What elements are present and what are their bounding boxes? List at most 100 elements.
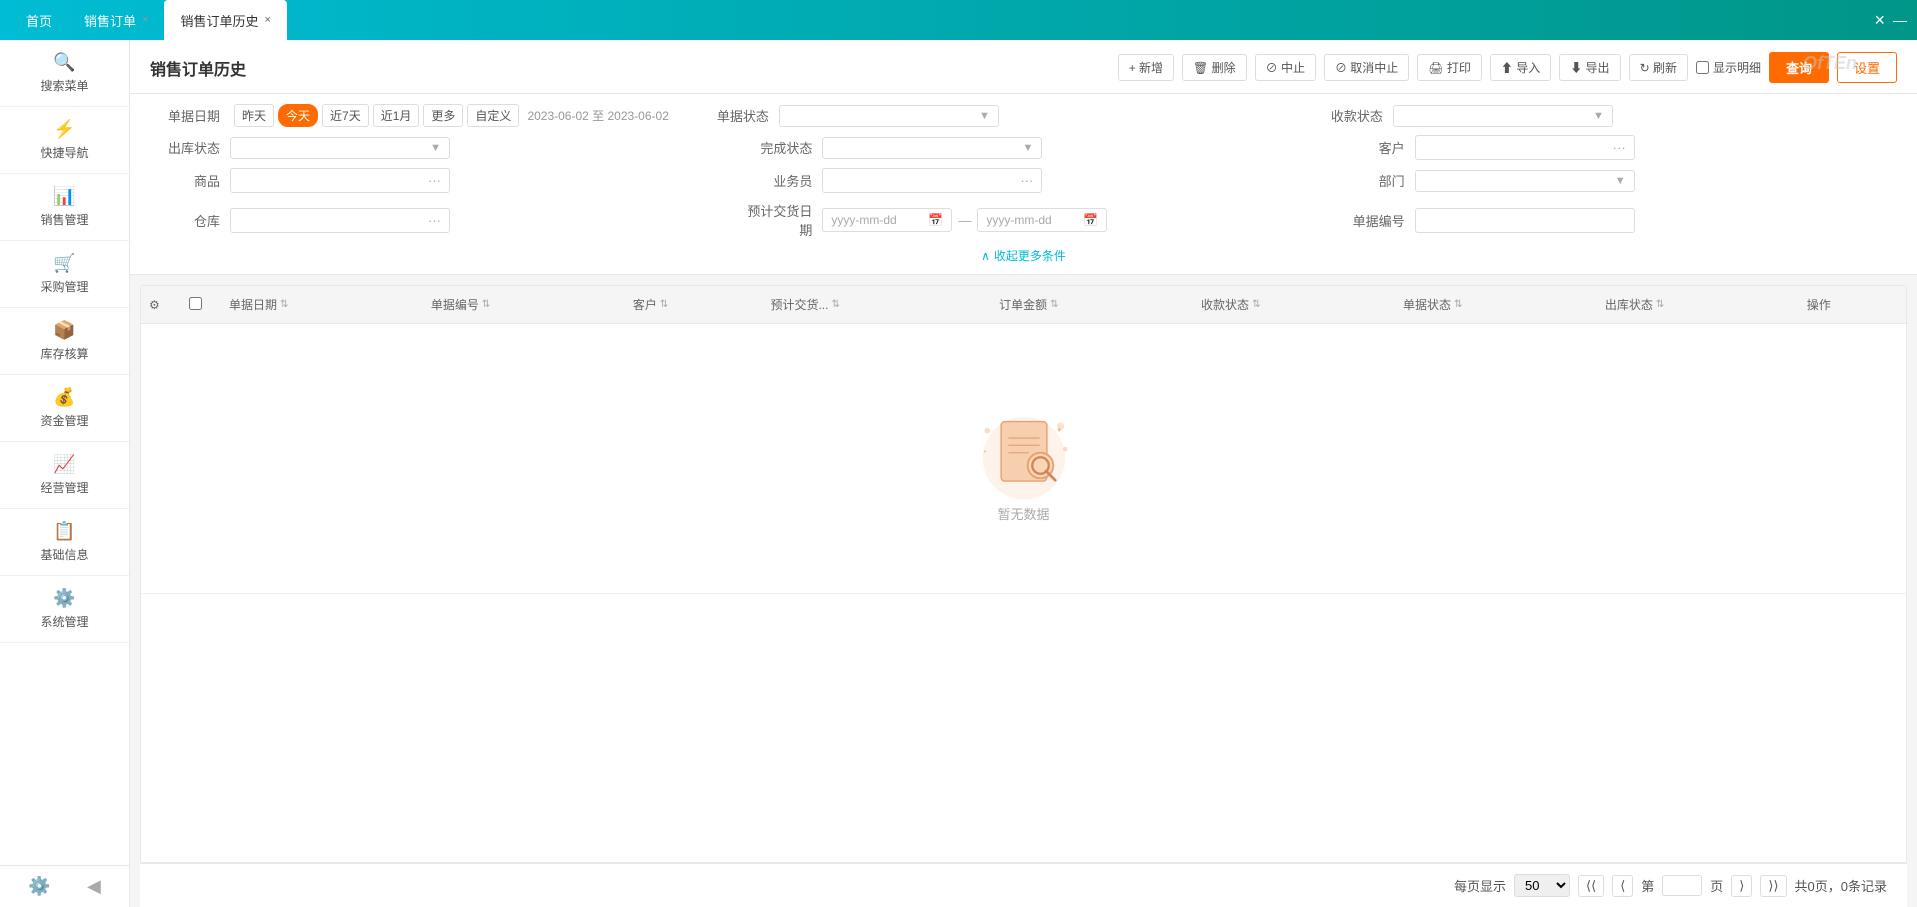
settings-gear-icon[interactable]: ⚙ [149,298,160,312]
search-button[interactable]: 查询 [1769,52,1829,83]
th-order-status-sort[interactable]: 单据状态 ⇅ [1403,296,1589,313]
tab-sales-order-label: 销售订单 [84,11,136,30]
date-btn-yesterday[interactable]: 昨天 [234,104,274,127]
select-all-checkbox[interactable] [189,297,202,310]
sidebar-item-system[interactable]: ⚙️ 系统管理 [0,576,129,643]
filter-col-date: 单据日期 昨天 今天 近7天 近1月 更多 自定义 2023-06-02 至 2… [150,104,669,127]
th-customer-sort[interactable]: 客户 ⇅ [633,296,755,313]
order-number-input[interactable] [1415,208,1635,233]
th-settings[interactable]: ⚙ [141,286,181,324]
completion-status-select[interactable]: ▼ [822,137,1042,159]
th-order-status[interactable]: 单据状态 ⇅ [1395,286,1597,324]
customer-label: 客户 [1335,138,1415,157]
th-expected-delivery-sort[interactable]: 预计交货... ⇅ [770,296,983,313]
page-prev-button[interactable]: ⟨ [1612,875,1633,897]
export-button[interactable]: ⬇ 导出 [1559,54,1620,81]
setting-button[interactable]: 设置 [1837,52,1897,83]
refresh-button[interactable]: ↻ 刷新 [1629,54,1688,81]
empty-state: ✦ ✦ 暂无数据 [149,334,1898,583]
tab-sales-order-close[interactable]: × [142,14,148,26]
collapse-label: 收起更多条件 [994,247,1066,264]
customer-select[interactable]: ··· [1415,135,1635,160]
tab-sales-order[interactable]: 销售订单 × [68,0,164,40]
tab-home-label: 首页 [26,11,52,30]
sidebar: 🔍 搜索菜单 ⚡ 快捷导航 📊 销售管理 🛒 采购管理 📦 库存核算 💰 资金管… [0,40,130,907]
calendar-end-icon: 📅 [1083,213,1098,227]
system-icon: ⚙️ [53,588,75,609]
page-next-button[interactable]: ⟩ [1731,875,1752,897]
sidebar-item-purchase[interactable]: 🛒 采购管理 [0,241,129,308]
top-bar: 首页 销售订单 × 销售订单历史 × × — [0,0,1917,40]
date-btn-today[interactable]: 今天 [278,104,318,127]
finance-icon: 💰 [53,387,75,408]
purchase-icon: 🛒 [53,253,75,274]
warehouse-select[interactable]: ··· [230,208,450,233]
sidebar-item-finance-label: 资金管理 [40,412,88,429]
th-date[interactable]: 单据日期 ⇅ [221,286,423,324]
stop-button[interactable]: ⊘ 中止 [1255,54,1316,81]
th-order-status-sort-icon: ⇅ [1454,299,1462,310]
sidebar-item-finance[interactable]: 💰 资金管理 [0,375,129,442]
import-button[interactable]: ⬆ 导入 [1490,54,1551,81]
th-amount[interactable]: 订单金额 ⇅ [991,286,1193,324]
salesman-select[interactable]: ··· [822,168,1042,193]
tab-home[interactable]: 首页 [10,0,68,40]
th-payment-status-sort[interactable]: 收款状态 ⇅ [1201,296,1387,313]
sidebar-collapse-icon[interactable]: ◀ [87,876,101,897]
th-order-number-sort[interactable]: 单据编号 ⇅ [431,296,617,313]
new-button[interactable]: + 新增 [1118,54,1174,81]
date-btn-custom[interactable]: 自定义 [467,104,519,127]
delete-button[interactable]: 🗑 删除 [1182,54,1247,81]
department-select[interactable]: ▼ [1415,170,1635,192]
tab-sales-order-history[interactable]: 销售订单历史 × [164,0,286,40]
th-date-sort[interactable]: 单据日期 ⇅ [229,296,415,313]
empty-text: 暂无数据 [997,504,1049,523]
th-expected-delivery[interactable]: 预计交货... ⇅ [762,286,991,324]
sidebar-settings-icon[interactable]: ⚙️ [28,876,50,897]
th-amount-sort[interactable]: 订单金额 ⇅ [999,296,1185,313]
expected-date-start[interactable]: yyyy-mm-dd 📅 [822,208,952,232]
collapse-link[interactable]: ∧ 收起更多条件 [150,247,1897,264]
th-actions: 操作 [1799,286,1906,324]
warehouse-ellipsis: ··· [428,213,441,228]
salesman-ellipsis: ··· [1020,173,1033,188]
th-expected-delivery-label: 预计交货... [770,296,828,313]
payment-status-select[interactable]: ▼ [1393,105,1613,127]
th-delivery-status-label: 出库状态 [1605,296,1653,313]
display-detail-checkbox[interactable]: 显示明细 [1696,59,1761,76]
sidebar-item-inventory[interactable]: 📦 库存核算 [0,308,129,375]
date-btn-more[interactable]: 更多 [423,104,463,127]
sidebar-item-quick-nav[interactable]: ⚡ 快捷导航 [0,107,129,174]
th-delivery-status-sort[interactable]: 出库状态 ⇅ [1605,296,1791,313]
display-detail-input[interactable] [1696,61,1709,74]
print-button[interactable]: 🖨 打印 [1417,54,1482,81]
sidebar-item-search[interactable]: 🔍 搜索菜单 [0,40,129,107]
window-close-icon[interactable]: × [1874,10,1885,31]
date-btn-7days[interactable]: 近7天 [322,104,369,127]
operations-icon: 📈 [53,454,75,475]
th-order-number[interactable]: 单据编号 ⇅ [423,286,625,324]
order-status-select[interactable]: ▼ [779,105,999,127]
th-customer-sort-icon: ⇅ [660,299,668,310]
date-btn-1month[interactable]: 近1月 [373,104,420,127]
page-last-button[interactable]: ⟩⟩ [1760,875,1786,897]
th-actions-label: 操作 [1807,298,1831,312]
th-delivery-status[interactable]: 出库状态 ⇅ [1597,286,1799,324]
window-minimize-icon[interactable]: — [1893,12,1907,28]
th-payment-status[interactable]: 收款状态 ⇅ [1193,286,1395,324]
page-number-input[interactable]: 1 [1662,875,1702,896]
product-select[interactable]: ··· [230,168,450,193]
top-bar-right: × — [1874,10,1907,31]
th-checkbox[interactable] [181,286,221,324]
sidebar-item-basic-info[interactable]: 📋 基础信息 [0,509,129,576]
page-first-button[interactable]: ⟨⟨ [1578,875,1604,897]
sidebar-item-sales[interactable]: 📊 销售管理 [0,174,129,241]
th-customer[interactable]: 客户 ⇅ [625,286,763,324]
cancel-stop-button[interactable]: ⊘ 取消中止 [1324,54,1409,81]
tab-sales-order-history-close[interactable]: × [264,14,270,26]
filter-area: 单据日期 昨天 今天 近7天 近1月 更多 自定义 2023-06-02 至 2… [130,94,1917,275]
expected-date-end[interactable]: yyyy-mm-dd 📅 [977,208,1107,232]
per-page-select[interactable]: 50 20 100 200 [1514,874,1570,897]
sidebar-item-operations[interactable]: 📈 经营管理 [0,442,129,509]
delivery-status-select[interactable]: ▼ [230,137,450,159]
